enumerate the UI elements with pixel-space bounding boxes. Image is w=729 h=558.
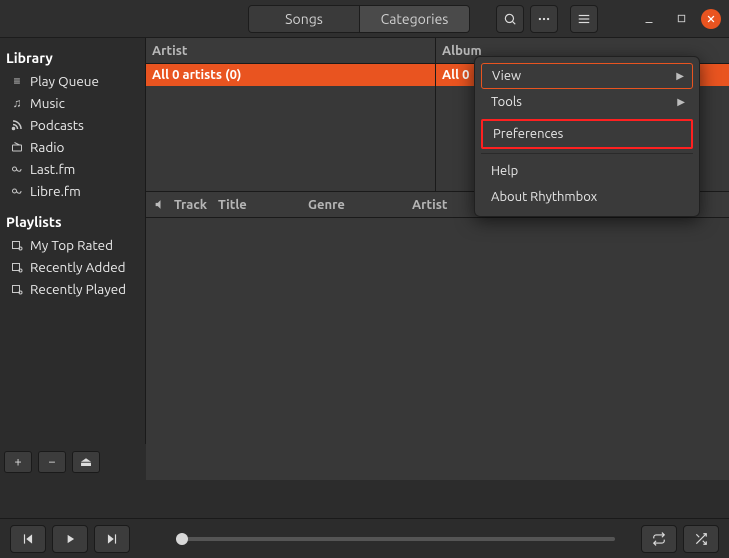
menu-tools[interactable]: Tools ▶ xyxy=(481,89,693,115)
sidebar-item-music[interactable]: ♫ Music xyxy=(0,92,145,114)
menu-preferences[interactable]: Preferences xyxy=(481,119,693,149)
window-close[interactable] xyxy=(701,9,721,29)
menu-label: Tools xyxy=(491,95,522,109)
repeat-icon xyxy=(652,532,666,546)
sidebar-item-label: Recently Added xyxy=(30,259,126,275)
repeat-button[interactable] xyxy=(641,525,677,553)
app-menu-button[interactable] xyxy=(570,5,598,33)
sidebar-item-label: Last.fm xyxy=(30,161,75,177)
menu-separator xyxy=(481,153,693,154)
menu-view[interactable]: View ▶ xyxy=(481,63,693,89)
seek-track xyxy=(176,537,615,541)
sidebar-item-label: Music xyxy=(30,95,65,111)
hamburger-icon xyxy=(577,12,591,26)
lastfm-icon xyxy=(10,163,24,175)
sidebar-item-label: My Top Rated xyxy=(30,237,113,253)
column-header-artist[interactable]: Artist xyxy=(146,38,436,63)
tab-songs[interactable]: Songs xyxy=(249,6,359,32)
menu-label: Preferences xyxy=(493,127,563,141)
sidebar-item-label: Play Queue xyxy=(30,73,99,89)
sidebar-item-label: Libre.fm xyxy=(30,183,81,199)
window-maximize[interactable] xyxy=(669,7,693,31)
menu-label: Help xyxy=(491,164,518,178)
column-header-title[interactable]: Title xyxy=(218,198,308,212)
sidebar-heading-library: Library xyxy=(0,44,145,70)
radio-icon xyxy=(10,141,24,153)
column-header-playing[interactable] xyxy=(146,198,174,211)
sidebar-item-radio[interactable]: Radio xyxy=(0,136,145,158)
seek-bar[interactable] xyxy=(176,537,615,541)
music-icon: ♫ xyxy=(10,96,24,110)
speaker-icon xyxy=(154,198,167,211)
sidebar-item-label: Podcasts xyxy=(30,117,84,133)
list-icon: ≡ xyxy=(10,74,24,88)
sidebar-heading-playlists: Playlists xyxy=(0,208,145,234)
skip-forward-icon xyxy=(105,532,119,546)
menu-about[interactable]: About Rhythmbox xyxy=(481,184,693,210)
search-button[interactable] xyxy=(496,5,524,33)
librefm-icon xyxy=(10,185,24,197)
song-list[interactable] xyxy=(146,218,729,480)
menu-label: View xyxy=(492,69,521,83)
minimize-icon xyxy=(643,13,655,25)
sidebar: Library ≡ Play Queue ♫ Music Podcasts Ra… xyxy=(0,38,146,480)
shuffle-icon xyxy=(694,532,708,546)
shuffle-button[interactable] xyxy=(683,525,719,553)
app-menu-popup: View ▶ Tools ▶ Preferences Help About Rh… xyxy=(474,56,700,217)
menu-label: About Rhythmbox xyxy=(491,190,597,204)
sidebar-item-label: Radio xyxy=(30,139,64,155)
chevron-right-icon: ▶ xyxy=(676,70,684,82)
plus-icon: + xyxy=(14,455,21,469)
search-icon xyxy=(503,12,517,26)
sidebar-item-label: Recently Played xyxy=(30,281,126,297)
maximize-icon xyxy=(676,13,687,24)
playlist-auto-icon xyxy=(10,283,24,295)
artist-row-all[interactable]: All 0 artists (0) xyxy=(146,64,435,86)
dots-icon xyxy=(537,12,551,26)
previous-button[interactable] xyxy=(10,525,46,553)
chevron-right-icon: ▶ xyxy=(677,96,685,108)
sidebar-bottom-toolbar: + − ⏏ xyxy=(0,444,146,480)
rss-icon xyxy=(10,119,24,131)
view-switcher: Songs Categories xyxy=(248,5,470,33)
tab-categories[interactable]: Categories xyxy=(359,6,469,32)
playlist-auto-icon xyxy=(10,261,24,273)
eject-icon: ⏏ xyxy=(80,455,92,470)
playlist-add-button[interactable]: + xyxy=(4,451,32,473)
titlebar: Songs Categories xyxy=(0,0,729,38)
close-icon xyxy=(706,14,716,24)
skip-back-icon xyxy=(21,532,35,546)
more-button[interactable] xyxy=(530,5,558,33)
sidebar-item-librefm[interactable]: Libre.fm xyxy=(0,180,145,202)
playlist-remove-button[interactable]: − xyxy=(38,451,66,473)
column-header-track[interactable]: Track xyxy=(174,198,218,212)
sidebar-item-podcasts[interactable]: Podcasts xyxy=(0,114,145,136)
artist-list[interactable]: All 0 artists (0) xyxy=(146,64,436,191)
sidebar-item-play-queue[interactable]: ≡ Play Queue xyxy=(0,70,145,92)
playlist-auto-icon xyxy=(10,239,24,251)
window-minimize[interactable] xyxy=(637,7,661,31)
eject-button[interactable]: ⏏ xyxy=(72,451,100,473)
player-bar xyxy=(0,518,729,558)
next-button[interactable] xyxy=(94,525,130,553)
play-icon xyxy=(63,532,77,546)
minus-icon: − xyxy=(48,455,55,469)
sidebar-item-recently-played[interactable]: Recently Played xyxy=(0,278,145,300)
sidebar-item-top-rated[interactable]: My Top Rated xyxy=(0,234,145,256)
menu-help[interactable]: Help xyxy=(481,158,693,184)
sidebar-item-recently-added[interactable]: Recently Added xyxy=(0,256,145,278)
sidebar-item-lastfm[interactable]: Last.fm xyxy=(0,158,145,180)
play-button[interactable] xyxy=(52,525,88,553)
column-header-genre[interactable]: Genre xyxy=(308,198,412,212)
seek-handle[interactable] xyxy=(176,533,188,545)
